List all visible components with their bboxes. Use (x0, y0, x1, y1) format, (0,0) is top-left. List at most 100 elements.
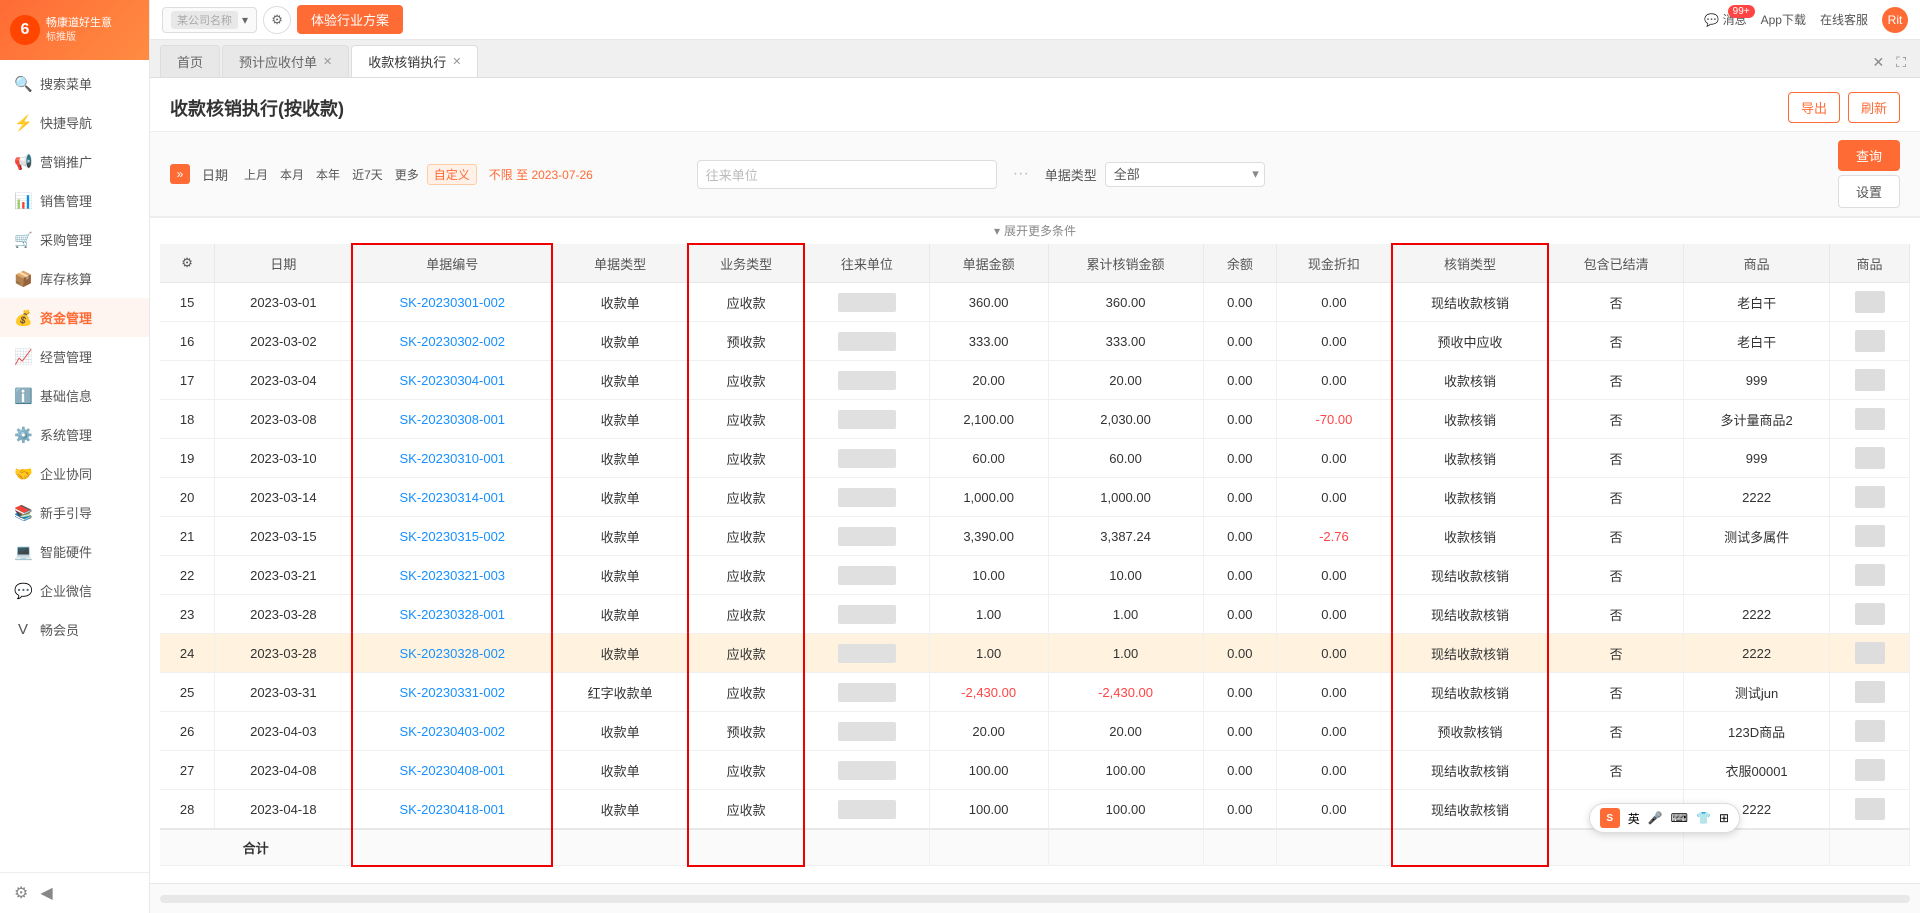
cell-bill-type: 收款单 (552, 634, 688, 673)
online-service-link[interactable]: 在线客服 (1820, 11, 1868, 28)
tab-home[interactable]: 首页 (160, 45, 220, 77)
sidebar-item-企业协同[interactable]: 🤝企业协同 (0, 454, 149, 493)
sidebar-item-基础信息[interactable]: ℹ️基础信息 (0, 376, 149, 415)
cell-biz-type: 应收款 (688, 634, 804, 673)
sidebar-item-经营管理[interactable]: 📈经营管理 (0, 337, 149, 376)
app-download-link[interactable]: App下载 (1761, 11, 1806, 28)
more-dates-btn[interactable]: 更多 (391, 164, 423, 185)
tab-prepayment[interactable]: 预计应收付单 ✕ (222, 45, 349, 77)
sidebar-item-快捷导航[interactable]: ⚡快捷导航 (0, 103, 149, 142)
col-partner[interactable]: 往来单位 (804, 244, 929, 283)
tab-prepayment-close[interactable]: ✕ (323, 55, 332, 68)
bill-no-link[interactable]: SK-20230403-002 (400, 724, 506, 739)
table-row: 25 2023-03-31 SK-20230331-002 红字收款单 应收款 … (160, 673, 1910, 712)
col-goods2[interactable]: 商品 (1830, 244, 1910, 283)
query-button[interactable]: 查询 (1838, 140, 1900, 171)
ime-grid-icon[interactable]: ⊞ (1719, 811, 1729, 825)
last-7days-btn[interactable]: 近7天 (348, 164, 387, 185)
ime-mic-icon[interactable]: 🎤 (1648, 811, 1663, 825)
company-selector[interactable]: 某公司名称 ▾ (162, 7, 257, 33)
bill-no-link[interactable]: SK-20230304-001 (400, 373, 506, 388)
settings-icon[interactable]: ⚙ (14, 883, 28, 903)
ime-floating-bar[interactable]: S 英 🎤 ⌨ 👕 ⊞ (1589, 803, 1740, 833)
col-bill-type[interactable]: 单据类型 (552, 244, 688, 283)
sidebar-item-智能硬件[interactable]: 💻智能硬件 (0, 532, 149, 571)
filter-toggle-button[interactable]: » (170, 164, 190, 184)
sidebar: 6 畅康道好生意 标推版 🔍搜索菜单⚡快捷导航📢营销推广📊销售管理🛒采购管理📦库… (0, 0, 150, 913)
notification-area[interactable]: 💬 消息 99+ (1704, 11, 1746, 28)
col-written-off[interactable]: 累计核销金额 (1048, 244, 1203, 283)
trial-button[interactable]: 体验行业方案 (297, 5, 403, 34)
table-row: 23 2023-03-28 SK-20230328-001 收款单 应收款 ██… (160, 595, 1910, 634)
bill-no-link[interactable]: SK-20230418-001 (400, 802, 506, 817)
refresh-button[interactable]: 刷新 (1848, 92, 1900, 123)
col-cash-discount[interactable]: 现金折扣 (1277, 244, 1392, 283)
data-table-container[interactable]: ⚙ 日期 单据编号 单据类型 业务类型 往来单位 单据金额 累计核销金额 余额 … (150, 243, 1920, 883)
partner-input[interactable]: 往来单位 (697, 160, 997, 189)
table-row: 19 2023-03-10 SK-20230310-001 收款单 应收款 ██… (160, 439, 1910, 478)
close-tab-icon[interactable]: ✕ (1868, 52, 1888, 73)
ime-keyboard-icon[interactable]: ⌨ (1671, 811, 1688, 825)
sidebar-item-采购管理[interactable]: 🛒采购管理 (0, 220, 149, 259)
col-included[interactable]: 包含已结清 (1548, 244, 1683, 283)
sidebar-item-搜索菜单[interactable]: 🔍搜索菜单 (0, 64, 149, 103)
col-date[interactable]: 日期 (215, 244, 353, 283)
this-month-btn[interactable]: 本月 (276, 164, 308, 185)
cell-write-off-type: 收款核销 (1392, 400, 1549, 439)
col-biz-type[interactable]: 业务类型 (688, 244, 804, 283)
cell-biz-type: 应收款 (688, 478, 804, 517)
user-avatar[interactable]: Rit (1882, 7, 1908, 33)
bill-no-link[interactable]: SK-20230308-001 (400, 412, 506, 427)
bill-no-link[interactable]: SK-20230321-003 (400, 568, 506, 583)
cell-biz-type: 应收款 (688, 751, 804, 790)
collapse-icon[interactable]: ◀ (40, 883, 52, 903)
bill-no-link[interactable]: SK-20230315-002 (400, 529, 506, 544)
sidebar-icon: ℹ️ (14, 387, 32, 405)
bill-no-link[interactable]: SK-20230302-002 (400, 334, 506, 349)
cell-written-off: 60.00 (1048, 439, 1203, 478)
bill-type-select[interactable]: 全部 收款单 红字收款单 (1105, 162, 1265, 187)
sidebar-item-资金管理[interactable]: 💰资金管理 (0, 298, 149, 337)
custom-date-btn[interactable]: 自定义 (427, 164, 477, 185)
cell-partner: ██ (804, 322, 929, 361)
ime-skin-icon[interactable]: 👕 (1696, 811, 1711, 825)
sidebar-label: 智能硬件 (40, 542, 92, 561)
tab-writeoff[interactable]: 收款核销执行 ✕ (351, 45, 478, 77)
bill-no-link[interactable]: SK-20230310-001 (400, 451, 506, 466)
bill-no-link[interactable]: SK-20230328-001 (400, 607, 506, 622)
col-amount[interactable]: 单据金额 (929, 244, 1048, 283)
col-balance[interactable]: 余额 (1203, 244, 1277, 283)
sidebar-item-畅会员[interactable]: V畅会员 (0, 610, 149, 649)
tab-writeoff-close[interactable]: ✕ (452, 55, 461, 68)
cell-partner: ██ (804, 439, 929, 478)
this-year-btn[interactable]: 本年 (312, 164, 344, 185)
bill-no-link[interactable]: SK-20230408-001 (400, 763, 506, 778)
cell-written-off: 10.00 (1048, 556, 1203, 595)
sidebar-icon: 💰 (14, 309, 32, 327)
filter-setting-button[interactable]: 设置 (1838, 175, 1900, 208)
bill-no-link[interactable]: SK-20230328-002 (400, 646, 506, 661)
gear-button[interactable]: ⚙ (263, 6, 291, 34)
sidebar-item-销售管理[interactable]: 📊销售管理 (0, 181, 149, 220)
col-bill-no[interactable]: 单据编号 (352, 244, 552, 283)
col-settings[interactable]: ⚙ (160, 244, 215, 283)
col-goods1[interactable]: 商品 (1684, 244, 1830, 283)
maximize-icon[interactable]: ⛶ (1892, 52, 1910, 73)
last-month-btn[interactable]: 上月 (240, 164, 272, 185)
bill-no-link[interactable]: SK-20230301-002 (400, 295, 506, 310)
horizontal-scrollbar[interactable] (160, 895, 1910, 903)
sidebar-item-新手引导[interactable]: 📚新手引导 (0, 493, 149, 532)
sidebar-icon: V (14, 621, 32, 638)
sidebar-item-营销推广[interactable]: 📢营销推广 (0, 142, 149, 181)
export-button[interactable]: 导出 (1788, 92, 1840, 123)
cell-balance: 0.00 (1203, 478, 1277, 517)
bill-no-link[interactable]: SK-20230331-002 (400, 685, 506, 700)
expand-conditions-bar[interactable]: ▾ 展开更多条件 (150, 217, 1920, 243)
sidebar-icon: 🔍 (14, 75, 32, 93)
sidebar-item-企业微信[interactable]: 💬企业微信 (0, 571, 149, 610)
table-header-row: ⚙ 日期 单据编号 单据类型 业务类型 往来单位 单据金额 累计核销金额 余额 … (160, 244, 1910, 283)
bill-no-link[interactable]: SK-20230314-001 (400, 490, 506, 505)
sidebar-item-系统管理[interactable]: ⚙️系统管理 (0, 415, 149, 454)
col-write-off-type[interactable]: 核销类型 (1392, 244, 1549, 283)
sidebar-item-库存核算[interactable]: 📦库存核算 (0, 259, 149, 298)
